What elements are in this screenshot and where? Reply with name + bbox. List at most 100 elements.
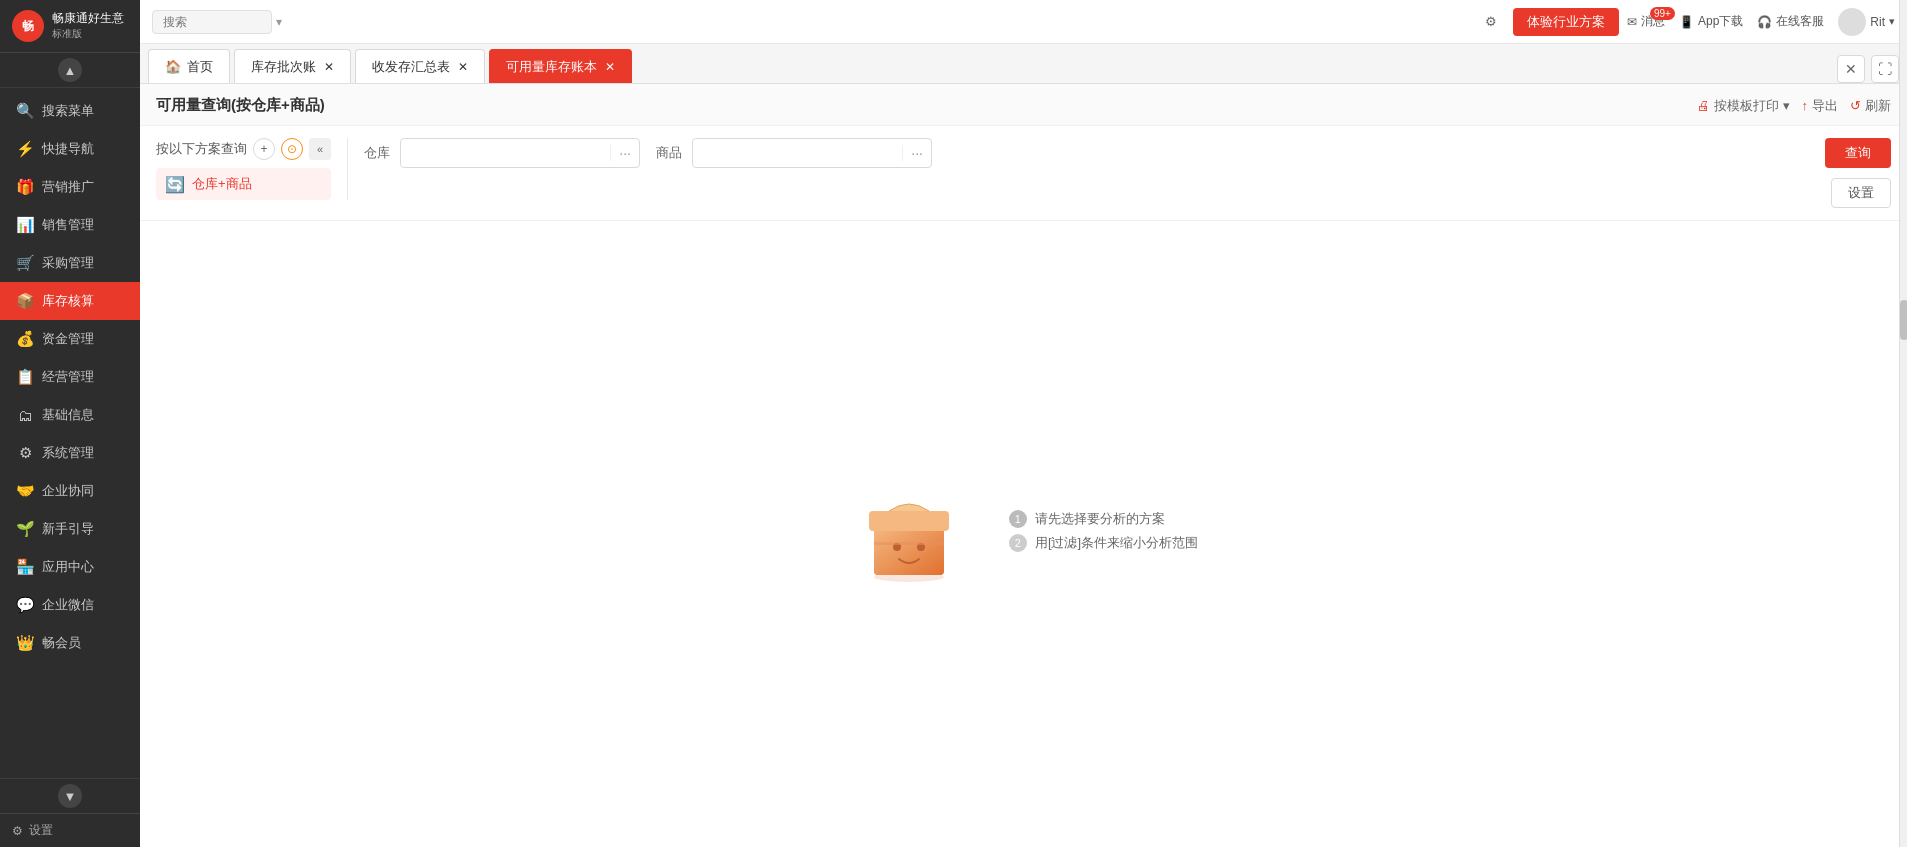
filter-field-product: 商品 ··· xyxy=(656,138,932,168)
page-title: 可用量查询(按仓库+商品) xyxy=(156,96,325,115)
tab-home[interactable]: 🏠 首页 xyxy=(148,49,230,83)
sidebar-item-marketing[interactable]: 🎁 营销推广 xyxy=(0,168,140,206)
refresh-btn[interactable]: ↺ 刷新 xyxy=(1850,97,1891,115)
svg-rect-3 xyxy=(869,511,949,531)
filter-scheme-panel: 按以下方案查询 + ⊙ « 🔄 仓库+商品 xyxy=(156,138,348,200)
scrollbar-thumb[interactable] xyxy=(1900,300,1907,340)
message-icon: ✉ xyxy=(1627,15,1637,29)
warehouse-input[interactable] xyxy=(401,139,610,167)
sidebar-item-shortcut[interactable]: ⚡ 快捷导航 xyxy=(0,130,140,168)
export-label: 导出 xyxy=(1812,97,1838,115)
crown-icon: 👑 xyxy=(16,634,34,652)
chat-icon: 💬 xyxy=(16,596,34,614)
sidebar-item-label: 应用中心 xyxy=(42,558,94,576)
sidebar-item-label: 新手引导 xyxy=(42,520,94,538)
product-suffix-btn[interactable]: ··· xyxy=(902,145,931,161)
message-btn[interactable]: ✉ 消息 99+ xyxy=(1627,13,1665,30)
sidebar-item-member[interactable]: 👑 畅会员 xyxy=(0,624,140,662)
print-chevron-icon: ▾ xyxy=(1783,98,1790,113)
sidebar-footer-settings[interactable]: ⚙ 设置 xyxy=(0,813,140,847)
print-label: 按模板打印 xyxy=(1714,97,1779,115)
sidebar-item-inventory[interactable]: 📦 库存核算 xyxy=(0,282,140,320)
svg-rect-2 xyxy=(874,527,944,575)
warehouse-input-wrapper: ··· xyxy=(400,138,640,168)
sidebar-item-cooperation[interactable]: 🤝 企业协同 xyxy=(0,472,140,510)
tab-available-ledger-close[interactable]: ✕ xyxy=(605,60,615,74)
page-header: 可用量查询(按仓库+商品) 🖨 按模板打印 ▾ ↑ 导出 ↺ 刷新 xyxy=(140,84,1907,126)
cart-icon: 🛒 xyxy=(16,254,34,272)
online-service-btn[interactable]: 🎧 在线客服 xyxy=(1757,13,1824,30)
handshake-icon: 🤝 xyxy=(16,482,34,500)
trial-industry-button[interactable]: 体验行业方案 xyxy=(1513,8,1619,36)
avatar xyxy=(1838,8,1866,36)
sidebar-logo: 畅 xyxy=(12,10,44,42)
sidebar-item-label: 快捷导航 xyxy=(42,140,94,158)
sidebar-item-newbie[interactable]: 🌱 新手引导 xyxy=(0,510,140,548)
sidebar-item-search[interactable]: 🔍 搜索菜单 xyxy=(0,92,140,130)
empty-hint-1: 1 请先选择要分析的方案 xyxy=(1009,510,1198,528)
flash-icon: ⚡ xyxy=(16,140,34,158)
topbar-search-input[interactable] xyxy=(152,10,272,34)
sidebar-header: 畅 畅康通好生意 标准版 xyxy=(0,0,140,53)
money-icon: 💰 xyxy=(16,330,34,348)
sidebar-scroll-up[interactable]: ▲ xyxy=(58,58,82,82)
tab-receipt-summary-close[interactable]: ✕ xyxy=(458,60,468,74)
tab-batch-accounts[interactable]: 库存批次账 ✕ xyxy=(234,49,351,83)
page-scrollbar[interactable] xyxy=(1899,0,1907,847)
sidebar-item-label: 营销推广 xyxy=(42,178,94,196)
product-input[interactable] xyxy=(693,139,902,167)
sidebar-item-sales[interactable]: 📊 销售管理 xyxy=(0,206,140,244)
user-name: Rit xyxy=(1870,15,1885,29)
topbar-gear-btn[interactable]: ⚙ xyxy=(1477,8,1505,36)
app-label: App下载 xyxy=(1698,13,1743,30)
tab-maximize-btn[interactable]: ⛶ xyxy=(1871,55,1899,83)
sidebar-item-operations[interactable]: 📋 经营管理 xyxy=(0,358,140,396)
sidebar-item-finance[interactable]: 💰 资金管理 xyxy=(0,320,140,358)
query-button[interactable]: 查询 xyxy=(1825,138,1891,168)
headset-icon: 🎧 xyxy=(1757,15,1772,29)
sidebar-item-label: 基础信息 xyxy=(42,406,94,424)
sidebar-item-label: 企业协同 xyxy=(42,482,94,500)
gear-icon: ⚙ xyxy=(1485,14,1497,29)
sidebar-item-label: 畅会员 xyxy=(42,634,81,652)
print-icon: 🖨 xyxy=(1697,98,1710,113)
add-scheme-btn[interactable]: + xyxy=(253,138,275,160)
tab-available-ledger-label: 可用量库存账本 xyxy=(506,58,597,76)
collapse-scheme-btn[interactable]: « xyxy=(309,138,331,160)
sidebar-item-basics[interactable]: 🗂 基础信息 xyxy=(0,396,140,434)
store-icon: 🏪 xyxy=(16,558,34,576)
settings-scheme-btn[interactable]: ⊙ xyxy=(281,138,303,160)
sidebar-item-wechat[interactable]: 💬 企业微信 xyxy=(0,586,140,624)
refresh-label: 刷新 xyxy=(1865,97,1891,115)
app-download-btn[interactable]: 📱 App下载 xyxy=(1679,13,1743,30)
home-icon: 🏠 xyxy=(165,59,181,74)
folder-icon: 🗂 xyxy=(16,406,34,424)
page-content: 可用量查询(按仓库+商品) 🖨 按模板打印 ▾ ↑ 导出 ↺ 刷新 xyxy=(140,84,1907,847)
sidebar-item-label: 企业微信 xyxy=(42,596,94,614)
warehouse-suffix-btn[interactable]: ··· xyxy=(610,145,639,161)
tab-close-all-btn[interactable]: ✕ xyxy=(1837,55,1865,83)
message-badge: 99+ xyxy=(1650,7,1675,20)
sidebar-edition: 标准版 xyxy=(52,27,124,41)
tab-available-ledger[interactable]: 可用量库存账本 ✕ xyxy=(489,49,632,83)
user-profile-btn[interactable]: Rit ▾ xyxy=(1838,8,1895,36)
filter-action-col: 查询 设置 xyxy=(1825,138,1891,208)
scheme-item-warehouse-product[interactable]: 🔄 仓库+商品 xyxy=(156,168,331,200)
sprout-icon: 🌱 xyxy=(16,520,34,538)
print-template-btn[interactable]: 🖨 按模板打印 ▾ xyxy=(1697,97,1790,115)
tab-batch-accounts-close[interactable]: ✕ xyxy=(324,60,334,74)
tab-receipt-summary[interactable]: 收发存汇总表 ✕ xyxy=(355,49,485,83)
chevron-down-icon: ▾ xyxy=(276,15,282,29)
settings-icon: ⚙ xyxy=(12,824,23,838)
sidebar-item-appstore[interactable]: 🏪 应用中心 xyxy=(0,548,140,586)
sidebar-item-purchase[interactable]: 🛒 采购管理 xyxy=(0,244,140,282)
export-icon: ↑ xyxy=(1802,98,1809,113)
sidebar-item-system[interactable]: ⚙ 系统管理 xyxy=(0,434,140,472)
refresh-icon: ↺ xyxy=(1850,98,1861,113)
export-btn[interactable]: ↑ 导出 xyxy=(1802,97,1839,115)
empty-text: 1 请先选择要分析的方案 2 用[过滤]条件来缩小分析范围 xyxy=(1009,510,1198,558)
clipboard-icon: 📋 xyxy=(16,368,34,386)
settings-button[interactable]: 设置 xyxy=(1831,178,1891,208)
sidebar-scroll-down[interactable]: ▼ xyxy=(58,784,82,808)
product-input-wrapper: ··· xyxy=(692,138,932,168)
